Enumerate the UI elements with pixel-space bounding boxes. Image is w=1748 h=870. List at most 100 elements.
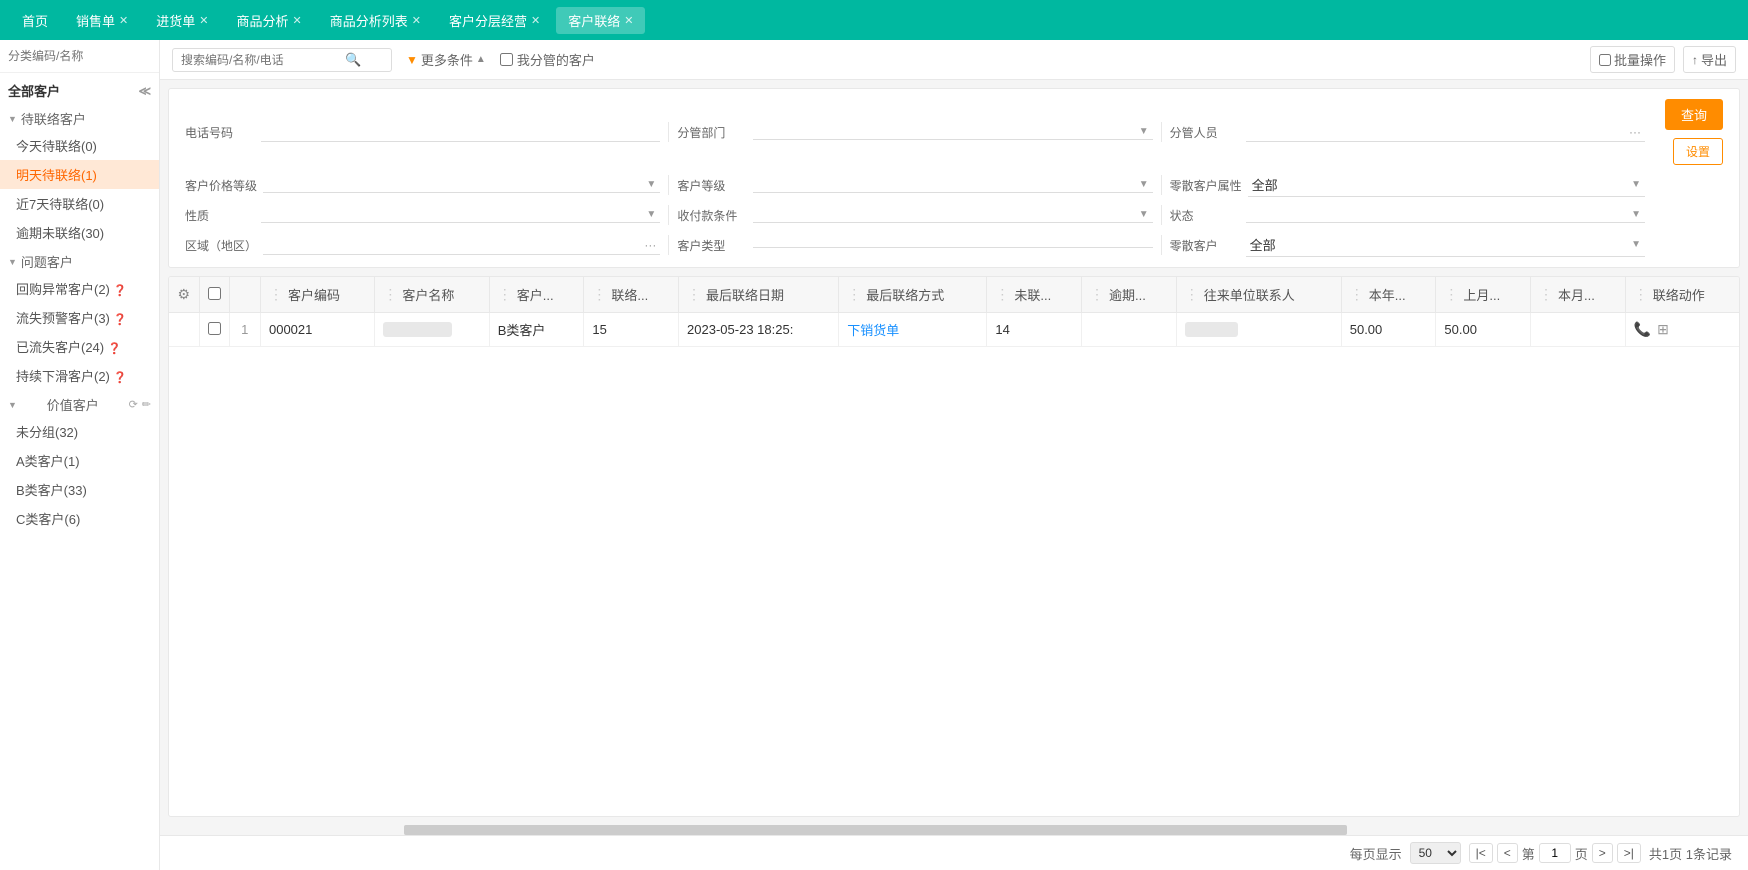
filter-manager-dots[interactable]: ··· — [1629, 125, 1641, 139]
col-last-month-header[interactable]: 上月... — [1444, 285, 1522, 304]
sidebar-item-repurchase-abnormal[interactable]: 回购异常客户(2) ❓ — [0, 274, 159, 303]
search-icon[interactable]: 🔍 — [345, 52, 361, 68]
nav-tab-sales[interactable]: 销售单 ✕ — [64, 7, 140, 34]
filter-more-btn[interactable]: ▼ 更多条件 ▲ — [400, 47, 492, 72]
nav-tab-analysis[interactable]: 商品分析 ✕ — [224, 7, 313, 34]
filter-dept-select[interactable]: ▼ — [753, 124, 1152, 140]
col-settings[interactable]: ⚙ — [169, 277, 199, 313]
col-contact-header[interactable]: 联络... — [592, 285, 670, 304]
filter-status-select[interactable]: ▼ — [1246, 207, 1645, 223]
sidebar-item-declining[interactable]: 持续下滑客户(2) ❓ — [0, 361, 159, 390]
action-grid-icon[interactable]: ⊞ — [1657, 321, 1669, 338]
sidebar-item-ungrouped[interactable]: 未分组(32) — [0, 417, 159, 446]
sidebar-group-pending-label: 待联络客户 — [21, 109, 86, 128]
search-input[interactable] — [181, 53, 341, 67]
nav-tab-customer-ops[interactable]: 客户分层经营 ✕ — [437, 7, 552, 34]
gear-icon[interactable]: ⚙ — [177, 286, 190, 302]
filter-customer-level-label: 客户等级 — [677, 177, 747, 194]
filter-retail-attr-label: 零散客户属性 — [1170, 177, 1242, 194]
sidebar-item-class-b[interactable]: B类客户(33) — [0, 475, 159, 504]
my-customers-checkbox[interactable] — [500, 53, 513, 66]
sidebar-item-today[interactable]: 今天待联络(0) — [0, 131, 159, 160]
nav-tab-customer-contact[interactable]: 客户联络 ✕ — [556, 7, 645, 34]
nav-tab-purchase[interactable]: 进货单 ✕ — [144, 7, 220, 34]
page-last-btn[interactable]: >| — [1617, 843, 1641, 863]
col-last-contact-method-header[interactable]: 最后联络方式 — [847, 285, 978, 304]
col-contact-label: 联络... — [611, 285, 648, 304]
sidebar-search-input[interactable] — [8, 49, 160, 63]
help-icon-churned[interactable]: ❓ — [107, 343, 121, 355]
edit-icon[interactable]: ✏ — [142, 398, 151, 411]
filter-area-dots[interactable]: ··· — [644, 238, 656, 252]
nav-home[interactable]: 首页 — [10, 7, 60, 34]
sidebar-item-class-a[interactable]: A类客户(1) — [0, 446, 159, 475]
page-input[interactable] — [1539, 843, 1571, 863]
col-overdue: 逾期... — [1082, 277, 1177, 313]
col-overdue-header[interactable]: 逾期... — [1090, 285, 1168, 304]
nav-tab-customer-ops-close[interactable]: ✕ — [531, 14, 540, 27]
nav-tab-purchase-close[interactable]: ✕ — [199, 14, 208, 27]
filter-phone-input[interactable] — [261, 123, 660, 142]
col-this-month-header[interactable]: 本月... — [1539, 285, 1617, 304]
nav-tab-analysis-list[interactable]: 商品分析列表 ✕ — [318, 7, 433, 34]
sidebar-item-churn-warning[interactable]: 流失预警客户(3) ❓ — [0, 303, 159, 332]
per-page-select[interactable]: 50 100 — [1410, 842, 1461, 864]
sidebar-group-pending[interactable]: 待联络客户 — [0, 104, 159, 131]
filter-retail-customer-select[interactable]: 全部 ▼ — [1246, 233, 1645, 257]
sidebar-item-tomorrow[interactable]: 明天待联络(1) — [0, 160, 159, 189]
my-customers-checkbox-wrap[interactable]: 我分管的客户 — [500, 50, 595, 69]
cell-settings — [169, 313, 199, 347]
col-code-header[interactable]: 客户编码 — [269, 285, 366, 304]
sidebar-group-problem[interactable]: 问题客户 — [0, 247, 159, 274]
nav-tab-analysis-list-close[interactable]: ✕ — [412, 14, 421, 27]
row-checkbox[interactable] — [208, 322, 221, 335]
sidebar-item-class-b-label: B类客户(33) — [16, 483, 87, 498]
col-uncontacted-header[interactable]: 未联... — [995, 285, 1073, 304]
query-btn[interactable]: 查询 — [1665, 99, 1723, 130]
nav-tab-customer-contact-label: 客户联络 — [568, 11, 620, 30]
page-first-btn[interactable]: |< — [1469, 843, 1493, 863]
col-name-header[interactable]: 客户名称 — [383, 285, 480, 304]
help-icon-churn-warning[interactable]: ❓ — [113, 314, 127, 326]
nav-tab-analysis-close[interactable]: ✕ — [293, 14, 302, 27]
filter-area-select[interactable]: ··· — [263, 236, 660, 255]
sidebar-item-overdue[interactable]: 逾期未联络(30) — [0, 218, 159, 247]
sidebar-item-ungrouped-label: 未分组(32) — [16, 425, 78, 440]
filter-customer-type-select[interactable] — [753, 243, 1152, 248]
filter-customer-level-select[interactable]: ▼ — [753, 177, 1152, 193]
row-last-contact-method-link[interactable]: 下销货单 — [847, 323, 899, 338]
sidebar-item-class-c[interactable]: C类客户(6) — [0, 504, 159, 533]
filter-price-level-select[interactable]: ▼ — [263, 177, 660, 193]
sidebar-item-churned[interactable]: 已流失客户(24) ❓ — [0, 332, 159, 361]
filter-nature-select[interactable]: ▼ — [261, 207, 660, 223]
page-prev-btn[interactable]: < — [1497, 843, 1518, 863]
help-icon-repurchase[interactable]: ❓ — [113, 285, 127, 297]
select-all-checkbox[interactable] — [208, 287, 221, 300]
export-btn[interactable]: ↑ 导出 — [1683, 46, 1736, 73]
sidebar-item-7days[interactable]: 近7天待联络(0) — [0, 189, 159, 218]
action-phone-icon[interactable]: 📞 — [1634, 321, 1651, 338]
col-this-year-header[interactable]: 本年... — [1350, 285, 1428, 304]
col-unit-contact-header[interactable]: 往来单位联系人 — [1185, 285, 1333, 304]
col-unit-contact: 往来单位联系人 — [1176, 277, 1341, 313]
batch-checkbox[interactable] — [1599, 54, 1611, 66]
filter-manager-label: 分管人员 — [1170, 124, 1240, 141]
col-last-month: 上月... — [1436, 277, 1531, 313]
sidebar-collapse-icon[interactable]: ≪ — [138, 84, 151, 98]
page-next-btn[interactable]: > — [1592, 843, 1613, 863]
settings-btn[interactable]: 设置 — [1673, 138, 1723, 165]
horizontal-scrollbar[interactable] — [168, 825, 1740, 835]
filter-manager-select[interactable]: ··· — [1246, 123, 1645, 142]
refresh-icon[interactable]: ⟳ — [129, 398, 138, 411]
sidebar-group-value[interactable]: 价值客户 ⟳ ✏ — [0, 390, 159, 417]
col-this-month-label: 本月... — [1558, 285, 1595, 304]
batch-ops-btn[interactable]: 批量操作 — [1590, 46, 1675, 73]
filter-retail-attr-select[interactable]: 全部 ▼ — [1248, 173, 1645, 197]
filter-payment-select[interactable]: ▼ — [753, 207, 1152, 223]
help-icon-declining[interactable]: ❓ — [113, 372, 127, 384]
filter-nature-label: 性质 — [185, 207, 255, 224]
col-type-header[interactable]: 客户... — [498, 285, 576, 304]
nav-tab-customer-contact-close[interactable]: ✕ — [624, 14, 633, 27]
nav-tab-sales-close[interactable]: ✕ — [119, 14, 128, 27]
col-last-contact-date-header[interactable]: 最后联络日期 — [687, 285, 830, 304]
